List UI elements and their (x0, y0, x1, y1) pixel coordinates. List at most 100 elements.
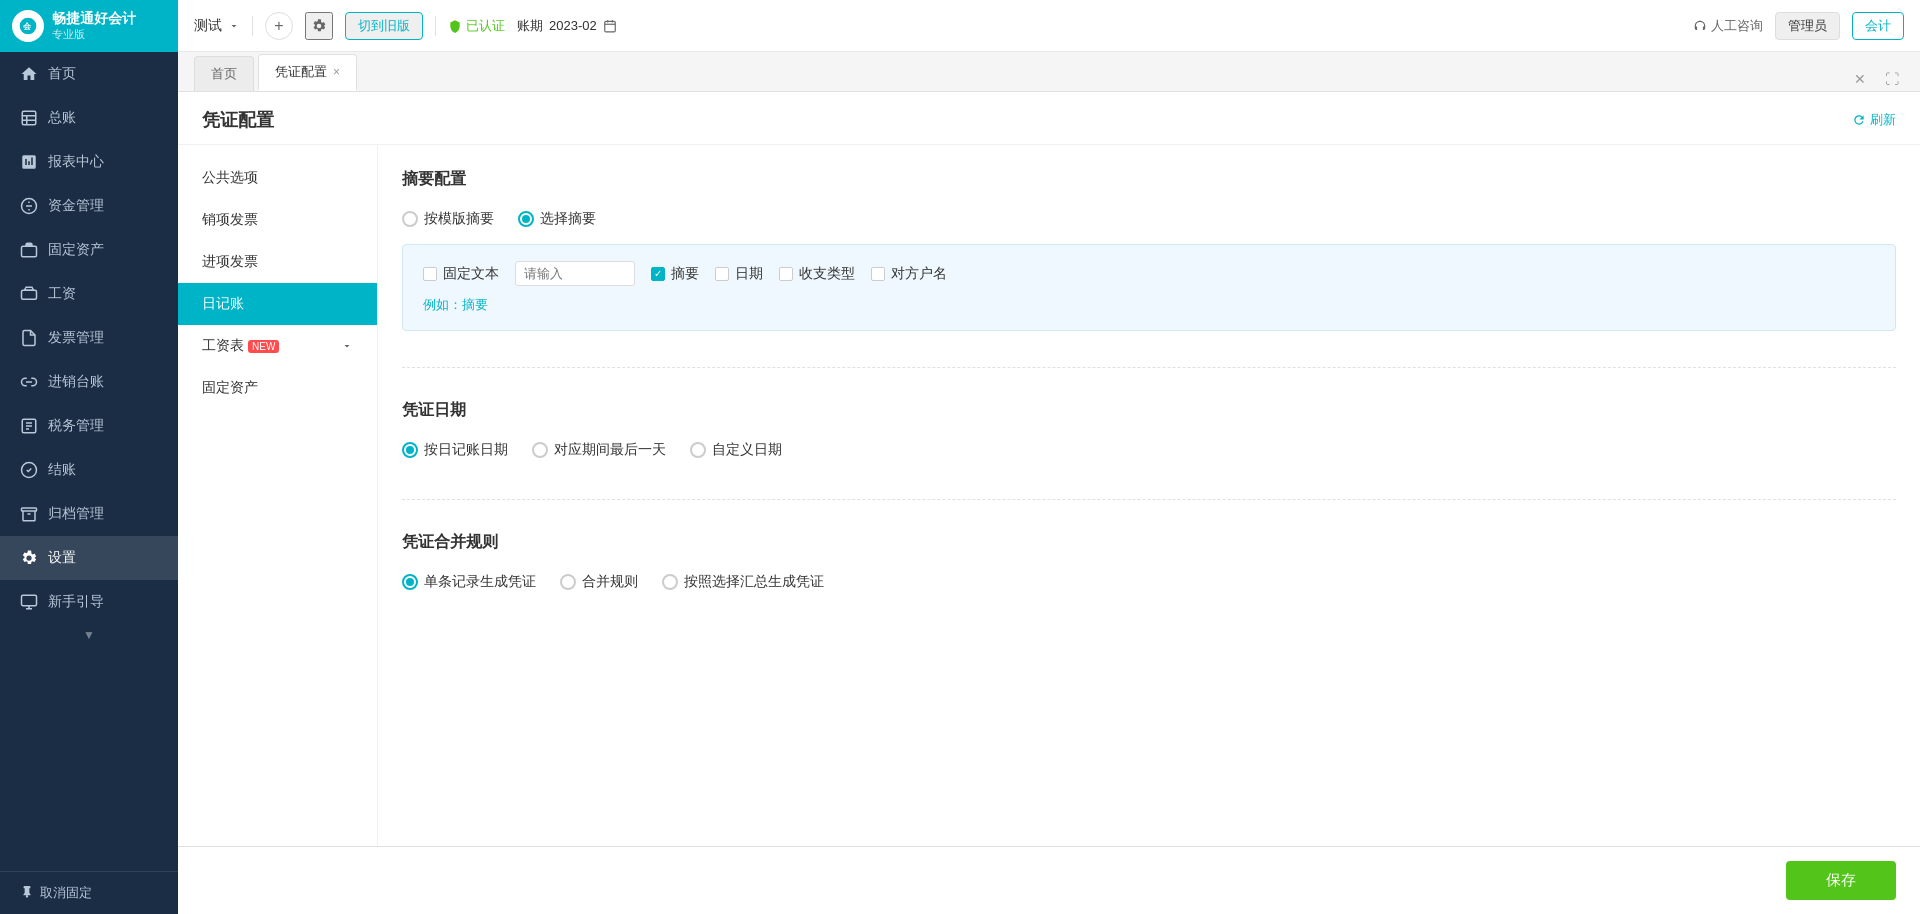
tabbar: 首页 凭证配置 × ✕ ⛶ (178, 52, 1920, 92)
logo-icon: 会 (12, 10, 44, 42)
svg-rect-11 (22, 595, 37, 606)
funds-icon (20, 197, 38, 215)
sidebar-label-assets: 固定资产 (48, 241, 104, 259)
date-radio-period-last[interactable]: 对应期间最后一天 (532, 441, 666, 459)
save-button[interactable]: 保存 (1786, 861, 1896, 900)
checkbox-fixed-text-box (423, 267, 437, 281)
merge-radio-rule-label: 合并规则 (582, 573, 638, 591)
svg-rect-2 (22, 111, 36, 125)
sidebar-item-close[interactable]: 结账 (0, 448, 178, 492)
checkbox-date-label: 日期 (735, 265, 763, 283)
invoices-icon (20, 329, 38, 347)
ledger-icon (20, 109, 38, 127)
headset-icon (1693, 19, 1707, 33)
sidebar-label-sales: 进销台账 (48, 373, 104, 391)
sidebar-label-tax: 税务管理 (48, 417, 104, 435)
company-selector[interactable]: 测试 (194, 17, 240, 35)
close-window-button[interactable]: ✕ (1848, 67, 1872, 91)
add-button[interactable]: + (265, 12, 293, 40)
checkbox-income-type-label: 收支类型 (799, 265, 855, 283)
scroll-down[interactable]: ▼ (0, 624, 178, 646)
admin-button[interactable]: 管理员 (1775, 12, 1840, 40)
sidebar-nav: 首页 总账 报表中心 资金管理 固定资产 (0, 52, 178, 871)
sidebar-item-invoices[interactable]: 发票管理 (0, 316, 178, 360)
summary-radio-select[interactable]: 选择摘要 (518, 210, 596, 228)
sidebar: 会 畅捷通好会计 专业版 首页 总账 报表中心 (0, 0, 178, 914)
dropdown-icon (228, 20, 240, 32)
refresh-button[interactable]: 刷新 (1852, 111, 1896, 129)
sidebar-item-funds[interactable]: 资金管理 (0, 184, 178, 228)
merge-radio-single[interactable]: 单条记录生成凭证 (402, 573, 536, 591)
summary-radio-select-circle (518, 211, 534, 227)
merge-radio-summary[interactable]: 按照选择汇总生成凭证 (662, 573, 824, 591)
sidebar-item-settings[interactable]: 设置 (0, 536, 178, 580)
merge-radio-single-label: 单条记录生成凭证 (424, 573, 536, 591)
checkbox-fixed-text[interactable]: 固定文本 (423, 265, 499, 283)
tab-close-button[interactable]: × (333, 65, 340, 79)
date-radio-custom[interactable]: 自定义日期 (690, 441, 782, 459)
service-button[interactable]: 人工咨询 (1693, 17, 1763, 35)
fixed-text-input[interactable] (515, 261, 635, 286)
bottom-bar: 保存 (178, 846, 1920, 914)
tab-home[interactable]: 首页 (194, 56, 254, 91)
content-header: 凭证配置 刷新 (178, 92, 1920, 145)
date-section: 凭证日期 按日记账日期 对应期间最后一天 (402, 400, 1896, 500)
sidebar-item-archive[interactable]: 归档管理 (0, 492, 178, 536)
sidebar-item-sales[interactable]: 进销台账 (0, 360, 178, 404)
tax-icon (20, 417, 38, 435)
summary-radio-template[interactable]: 按模版摘要 (402, 210, 494, 228)
left-nav-purchase-invoice[interactable]: 进项发票 (178, 241, 377, 283)
left-nav-public[interactable]: 公共选项 (178, 157, 377, 199)
salary-icon (20, 285, 38, 303)
checkbox-date[interactable]: 日期 (715, 265, 763, 283)
svg-text:会: 会 (22, 21, 32, 31)
summary-radio-group: 按模版摘要 选择摘要 (402, 210, 1896, 228)
date-radio-period-last-label: 对应期间最后一天 (554, 441, 666, 459)
date-radio-journal[interactable]: 按日记账日期 (402, 441, 508, 459)
summary-radio-template-circle (402, 211, 418, 227)
left-nav-salary-table[interactable]: 工资表NEW (178, 325, 377, 367)
merge-radio-rule[interactable]: 合并规则 (560, 573, 638, 591)
checkbox-counterpart[interactable]: 对方户名 (871, 265, 947, 283)
sidebar-item-ledger[interactable]: 总账 (0, 96, 178, 140)
expand-window-button[interactable]: ⛶ (1880, 67, 1904, 91)
left-nav-purchase-invoice-label: 进项发票 (202, 253, 258, 269)
cancel-fixed-button[interactable]: 取消固定 (20, 884, 158, 902)
app-edition: 专业版 (52, 27, 136, 42)
sidebar-item-tax[interactable]: 税务管理 (0, 404, 178, 448)
sidebar-label-settings: 设置 (48, 549, 76, 567)
certified-badge: 已认证 (448, 17, 505, 35)
window-controls: ✕ ⛶ (1848, 67, 1904, 91)
merge-section-title: 凭证合并规则 (402, 532, 1896, 553)
sidebar-item-salary[interactable]: 工资 (0, 272, 178, 316)
left-nav-sales-invoice-label: 销项发票 (202, 211, 258, 227)
merge-radio-summary-label: 按照选择汇总生成凭证 (684, 573, 824, 591)
tab-voucher-label: 凭证配置 (275, 63, 327, 81)
role-button[interactable]: 会计 (1852, 12, 1904, 40)
date-radio-journal-label: 按日记账日期 (424, 441, 508, 459)
gear-button[interactable] (305, 12, 333, 40)
left-nav-journal[interactable]: 日记账 (178, 283, 377, 325)
checkbox-summary-label: 摘要 (671, 265, 699, 283)
checkbox-summary-box (651, 267, 665, 281)
sidebar-item-reports[interactable]: 报表中心 (0, 140, 178, 184)
service-label: 人工咨询 (1711, 17, 1763, 35)
left-nav-fixed-assets[interactable]: 固定资产 (178, 367, 377, 409)
sidebar-item-assets[interactable]: 固定资产 (0, 228, 178, 272)
sidebar-label-reports: 报表中心 (48, 153, 104, 171)
period-display: 账期 2023-02 (517, 17, 617, 35)
guide-icon (20, 593, 38, 611)
sidebar-item-guide[interactable]: 新手引导 (0, 580, 178, 624)
summary-config-box: 固定文本 摘要 日期 (402, 244, 1896, 331)
tab-voucher-config[interactable]: 凭证配置 × (258, 54, 357, 91)
sidebar-item-home[interactable]: 首页 (0, 52, 178, 96)
assets-icon (20, 241, 38, 259)
company-name: 测试 (194, 17, 222, 35)
old-version-button[interactable]: 切到旧版 (345, 12, 423, 40)
checkbox-summary[interactable]: 摘要 (651, 265, 699, 283)
checkbox-income-type[interactable]: 收支类型 (779, 265, 855, 283)
left-nav-sales-invoice[interactable]: 销项发票 (178, 199, 377, 241)
right-content: 摘要配置 按模版摘要 选择摘要 (378, 145, 1920, 846)
topbar: 测试 + 切到旧版 已认证 账期 2023-02 人工咨询 (178, 0, 1920, 52)
summary-radio-template-label: 按模版摘要 (424, 210, 494, 228)
